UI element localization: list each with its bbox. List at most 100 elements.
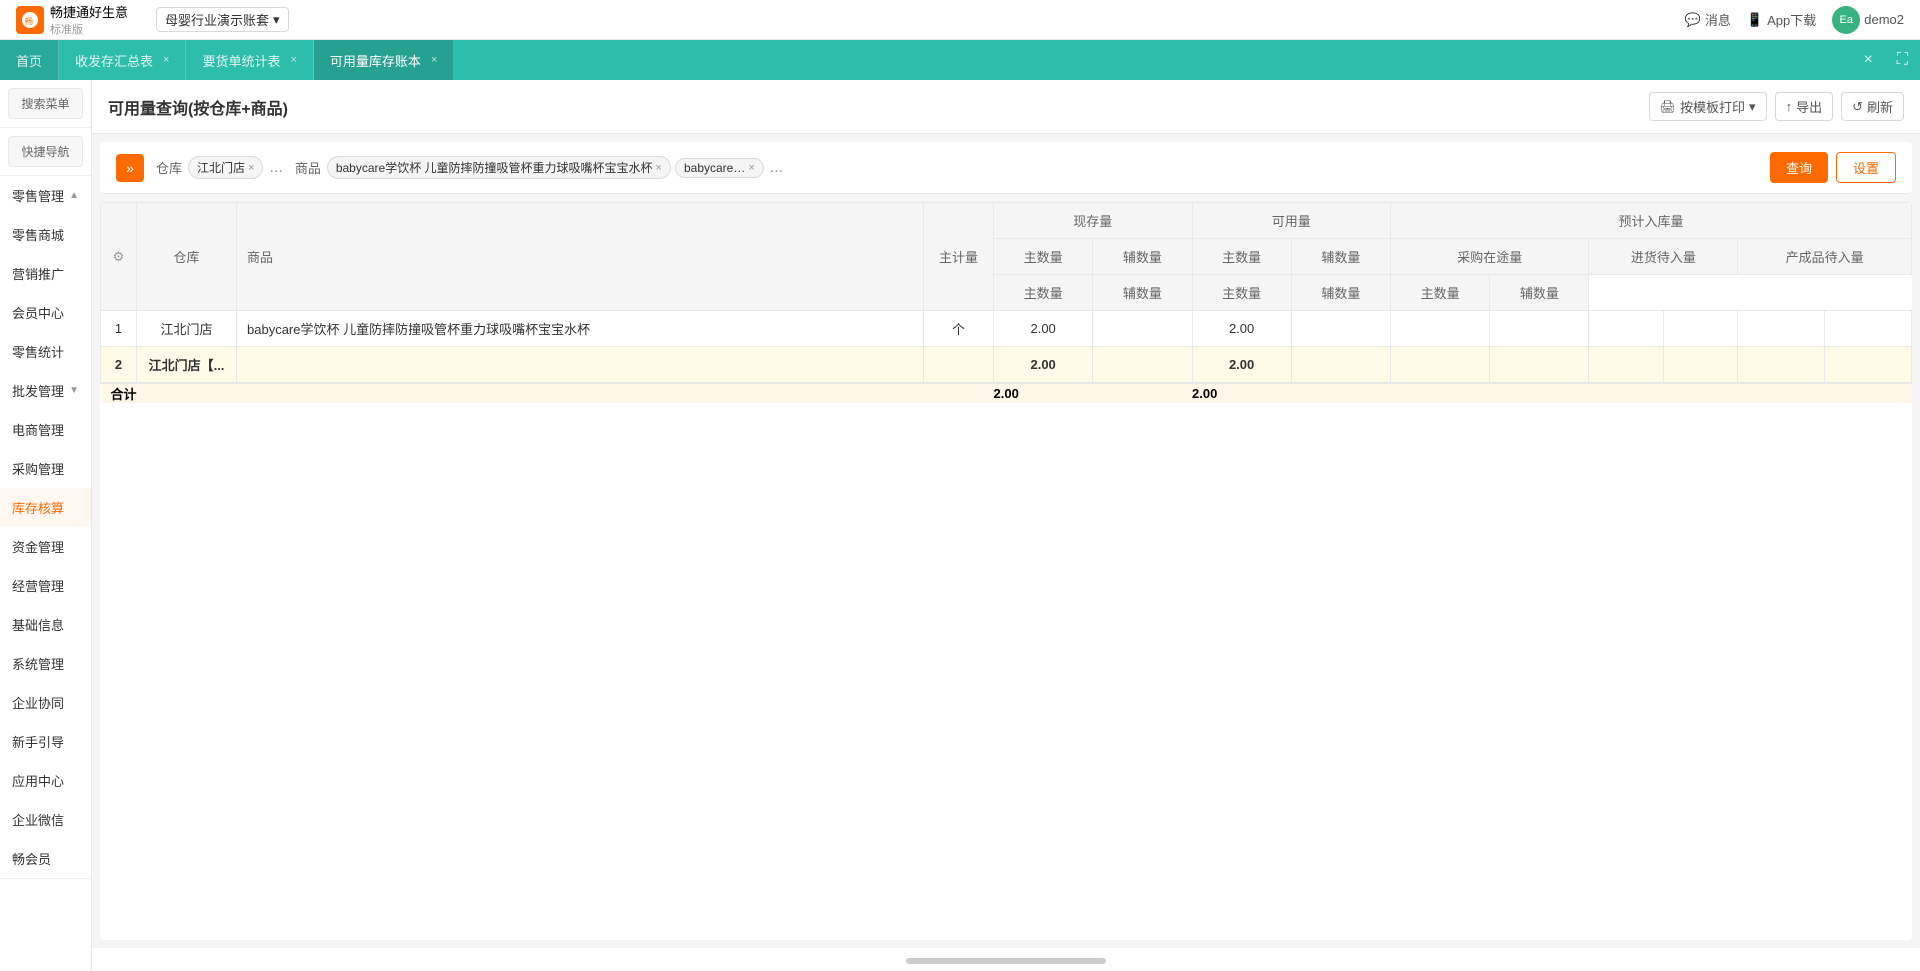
tab-order-stats[interactable]: 要货单统计表 × (186, 40, 313, 80)
svg-text:畅: 畅 (25, 16, 33, 26)
chevron-down-icon: ▾ (273, 12, 280, 28)
footer-available-main: 2.00 (1192, 383, 1291, 403)
sidebar-item-system-mgmt[interactable]: 系统管理 (0, 644, 91, 683)
sidebar-section: 零售管理 ▲ 零售商城 营销推广 会员中心 零售统计 批发管理 ▼ 电商管理 (0, 176, 91, 879)
sidebar-item-basic-info[interactable]: 基础信息 (0, 605, 91, 644)
table-row: 1 江北门店 babycare学饮杯 儿童防摔防撞吸管杯重力球吸嘴杯宝宝水杯 个… (101, 311, 1912, 347)
sidebar-search-container: 搜索菜单 (0, 80, 91, 128)
quick-nav-btn[interactable]: 快捷导航 (8, 136, 83, 167)
remove-warehouse-tag[interactable]: × (248, 162, 254, 174)
expand-icon: ▲ (69, 190, 79, 201)
col-unit-header: 主计量 (924, 203, 994, 311)
sidebar-item-retail-stats[interactable]: 零售统计 (0, 332, 91, 371)
page-header: 可用量查询(按仓库+商品) 🖨 按模板打印 ▾ ↑ 导出 ↺ 刷新 (92, 80, 1920, 134)
product-filter: 商品 babycare学饮杯 儿童防摔防撞吸管杯重力球吸嘴杯宝宝水杯 × bab… (295, 156, 783, 179)
footer-label: 合计 (101, 383, 994, 403)
template-print-btn[interactable]: 🖨 按模板打印 ▾ (1649, 92, 1767, 121)
user-profile[interactable]: Ea demo2 (1832, 6, 1904, 34)
query-btn[interactable]: 查询 (1770, 152, 1828, 183)
message-icon: 💬 (1685, 12, 1701, 28)
close-all-tabs-btn[interactable]: × (1851, 40, 1884, 80)
logo-text: 畅捷通好生意 标准版 (50, 2, 128, 37)
tab-close-available-stock[interactable]: × (431, 54, 437, 66)
col-product-header: 商品 (237, 203, 924, 311)
col-finished-main-header: 主数量 (1390, 275, 1489, 311)
sidebar-item-enterprise-collab[interactable]: 企业协同 (0, 683, 91, 722)
sidebar-item-retail-mgmt[interactable]: 零售管理 ▲ (0, 176, 91, 215)
search-menu-btn[interactable]: 搜索菜单 (8, 88, 83, 119)
settings-btn[interactable]: 设置 (1836, 152, 1896, 183)
sidebar-item-retail-mall[interactable]: 零售商城 (0, 215, 91, 254)
col-expected-in-header: 预计入库量 (1390, 203, 1911, 239)
col-goods-aux-header: 辅数量 (1291, 275, 1390, 311)
table-container: ⚙ 仓库 商品 主计量 现存量 可用量 预计入库量 主数量 辅数量 主数量 辅数… (100, 202, 1912, 940)
main-panel: 可用量查询(按仓库+商品) 🖨 按模板打印 ▾ ↑ 导出 ↺ 刷新 » (92, 80, 1920, 971)
sidebar-item-operations-mgmt[interactable]: 经营管理 (0, 566, 91, 605)
remove-product-tag-1[interactable]: × (656, 162, 662, 174)
tab-receive-summary[interactable]: 收发存汇总表 × (59, 40, 186, 80)
sidebar-item-app-center[interactable]: 应用中心 (0, 761, 91, 800)
export-icon: ↑ (1786, 99, 1793, 114)
col-settings-header: ⚙ (101, 203, 137, 311)
table-row-subtotal: 2 江北门店【... 2.00 2.00 (101, 347, 1912, 384)
col-current-stock-header: 现存量 (994, 203, 1192, 239)
store-selector[interactable]: 母婴行业演示账套 ▾ (156, 7, 289, 32)
tab-close-order-stats[interactable]: × (290, 54, 296, 66)
col-purchase-aux-header: 辅数量 (1093, 275, 1192, 311)
filter-actions: 查询 设置 (1770, 152, 1896, 183)
refresh-btn[interactable]: ↺ 刷新 (1841, 92, 1904, 121)
top-bar: 畅 畅捷通好生意 标准版 母婴行业演示账套 ▾ 💬 消息 📱 App下载 Ea … (0, 0, 1920, 40)
sidebar-item-new-guide[interactable]: 新手引导 (0, 722, 91, 761)
quick-nav-container: 快捷导航 (0, 128, 91, 176)
sidebar-item-inventory-check[interactable]: 库存核算 (0, 488, 91, 527)
remove-product-tag-2[interactable]: × (748, 162, 754, 174)
warehouse-tag: 江北门店 × (188, 156, 263, 179)
sidebar-item-wholesale-mgmt[interactable]: 批发管理 ▼ (0, 371, 91, 410)
col-finished-goods-header: 产成品待入量 (1738, 239, 1912, 275)
tab-close-receive-summary[interactable]: × (163, 54, 169, 66)
refresh-icon: ↺ (1852, 99, 1863, 115)
col-current-aux-header: 辅数量 (1093, 239, 1192, 275)
sidebar-item-member-center[interactable]: 会员中心 (0, 293, 91, 332)
tab-available-stock[interactable]: 可用量库存账本 × (314, 40, 454, 80)
page-header-actions: 🖨 按模板打印 ▾ ↑ 导出 ↺ 刷新 (1649, 92, 1905, 121)
warehouse-tag-container: 江北门店 × (188, 156, 263, 179)
col-available-header: 可用量 (1192, 203, 1390, 239)
warehouse-filter: 仓库 江北门店 × ... (156, 156, 283, 179)
col-available-main-header: 主数量 (1192, 239, 1291, 275)
product-tag-2: babycare… × (675, 158, 764, 178)
content-area: 搜索菜单 快捷导航 零售管理 ▲ 零售商城 营销推广 会员中心 零售统计 批发管… (0, 80, 1920, 971)
sidebar: 搜索菜单 快捷导航 零售管理 ▲ 零售商城 营销推广 会员中心 零售统计 批发管… (0, 80, 92, 971)
logo-icon: 畅 (16, 6, 44, 34)
expand-icon-wholesale: ▼ (69, 385, 79, 396)
horizontal-scrollbar[interactable] (906, 958, 1106, 964)
product-tag-1: babycare学饮杯 儿童防摔防撞吸管杯重力球吸嘴杯宝宝水杯 × (327, 156, 671, 179)
sidebar-item-vip-member[interactable]: 畅会员 (0, 839, 91, 878)
bottom-scroll (92, 948, 1920, 971)
sidebar-item-purchase-mgmt[interactable]: 采购管理 (0, 449, 91, 488)
filter-expand-btn[interactable]: » (116, 154, 144, 182)
message-btn[interactable]: 💬 消息 (1685, 10, 1731, 29)
product-more-btn[interactable]: ... (770, 159, 783, 177)
export-btn[interactable]: ↑ 导出 (1775, 92, 1834, 121)
top-bar-right: 💬 消息 📱 App下载 Ea demo2 (1685, 6, 1904, 34)
table-footer-row: 合计 2.00 2.00 (101, 383, 1912, 403)
expand-tabs-btn[interactable]: ⛶ (1885, 40, 1920, 80)
filter-area: » 仓库 江北门店 × ... 商品 babycare学饮杯 儿童防摔防撞吸管杯… (100, 142, 1912, 194)
warehouse-more-btn[interactable]: ... (269, 159, 282, 177)
column-settings-icon[interactable]: ⚙ (113, 249, 125, 264)
col-available-aux-header: 辅数量 (1291, 239, 1390, 275)
app-download-btn[interactable]: 📱 App下载 (1747, 10, 1816, 29)
sidebar-item-ecommerce-mgmt[interactable]: 电商管理 (0, 410, 91, 449)
col-finished-aux-header: 辅数量 (1490, 275, 1589, 311)
nav-tabs: 首页 收发存汇总表 × 要货单统计表 × 可用量库存账本 × × ⛶ (0, 40, 1920, 80)
sidebar-item-finance-mgmt[interactable]: 资金管理 (0, 527, 91, 566)
app-icon: 📱 (1747, 12, 1763, 28)
sidebar-item-marketing[interactable]: 营销推广 (0, 254, 91, 293)
col-purchase-main-header: 主数量 (994, 275, 1093, 311)
product-tag-container: babycare学饮杯 儿童防摔防撞吸管杯重力球吸嘴杯宝宝水杯 × babyca… (327, 156, 764, 179)
tab-home[interactable]: 首页 (0, 40, 59, 80)
sidebar-item-enterprise-wechat[interactable]: 企业微信 (0, 800, 91, 839)
printer-icon: 🖨 (1660, 99, 1677, 115)
col-warehouse-header: 仓库 (137, 203, 237, 311)
